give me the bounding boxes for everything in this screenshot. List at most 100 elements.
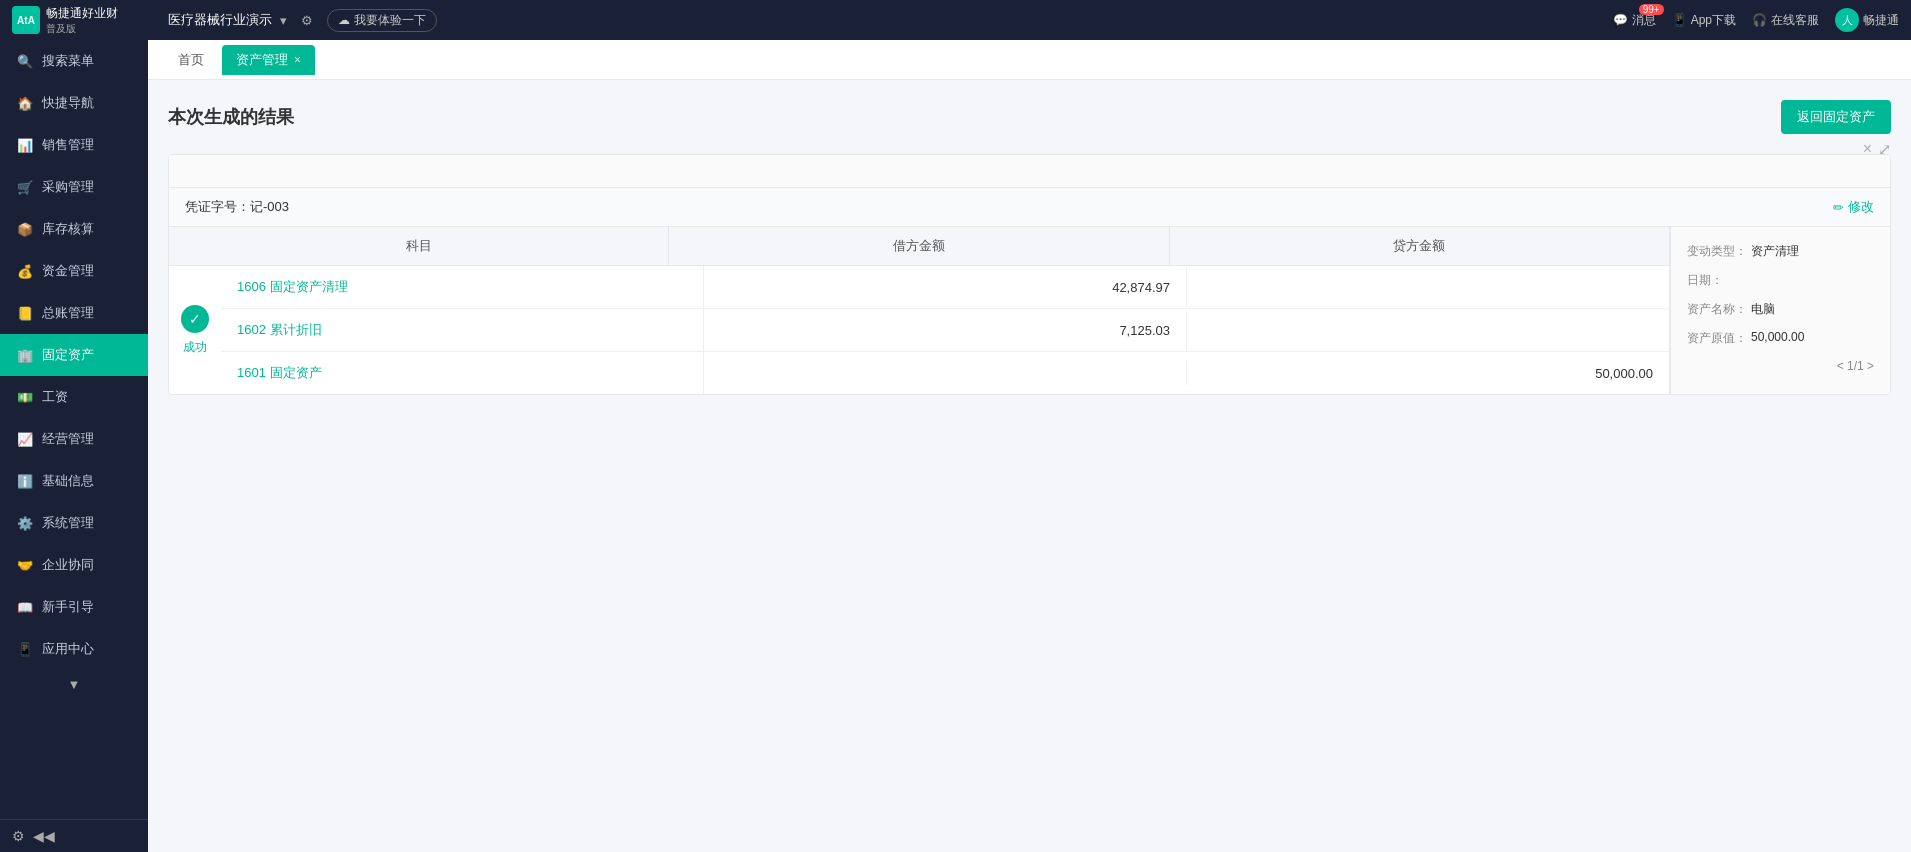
sidebar-scroll-down[interactable]: ▼ xyxy=(0,670,148,698)
row2-credit xyxy=(1187,318,1669,342)
online-service-action[interactable]: 🎧 在线客服 xyxy=(1752,12,1819,29)
sidebar-item-system[interactable]: ⚙️ 系统管理 xyxy=(0,502,148,544)
home-icon: 🏠 xyxy=(16,94,34,112)
basic-info-icon: ℹ️ xyxy=(16,472,34,490)
user-action[interactable]: 人 畅捷通 xyxy=(1835,8,1899,32)
sidebar-item-inventory[interactable]: 📦 库存核算 xyxy=(0,208,148,250)
edit-icon: ✏ xyxy=(1833,200,1844,215)
cloud-icon: ☁ xyxy=(338,13,350,27)
sidebar-item-search-menu[interactable]: 🔍 搜索菜单 xyxy=(0,40,148,82)
sidebar-item-purchase[interactable]: 🛒 采购管理 xyxy=(0,166,148,208)
enterprise-icon: 🤝 xyxy=(16,556,34,574)
logo-icon: AtA xyxy=(12,6,40,34)
top-header: AtA 畅捷通好业财 普及版 医疗器械行业演示 ▾ ⚙ ☁ 我要体验一下 💬 消… xyxy=(0,0,1911,40)
sidebar-label: 固定资产 xyxy=(42,346,94,364)
sidebar-item-enterprise[interactable]: 🤝 企业协同 xyxy=(0,544,148,586)
sidebar-label: 基础信息 xyxy=(42,472,94,490)
sidebar-label: 系统管理 xyxy=(42,514,94,532)
sidebar-item-basic-info[interactable]: ℹ️ 基础信息 xyxy=(0,460,148,502)
change-type-label: 变动类型： xyxy=(1687,243,1747,260)
success-circle-icon: ✓ xyxy=(181,305,209,333)
row1-credit xyxy=(1187,275,1669,299)
sidebar-label: 采购管理 xyxy=(42,178,94,196)
experience-label: 我要体验一下 xyxy=(354,12,426,29)
main-layout: 🔍 搜索菜单 🏠 快捷导航 📊 销售管理 🛒 采购管理 📦 库存核算 💰 资金管… xyxy=(0,40,1911,852)
sidebar-label: 新手引导 xyxy=(42,598,94,616)
collapse-icon[interactable]: ◀◀ xyxy=(33,828,55,844)
table-row: 1602 累计折旧 7,125.03 xyxy=(221,309,1669,352)
success-label: 成功 xyxy=(183,339,207,356)
sidebar-item-sales[interactable]: 📊 销售管理 xyxy=(0,124,148,166)
header-right: 💬 消息 99+ 📱 App下载 🎧 在线客服 人 畅捷通 xyxy=(1613,8,1899,32)
sidebar-label: 经营管理 xyxy=(42,430,94,448)
sidebar-label: 搜索菜单 xyxy=(42,52,94,70)
panel-expand-button[interactable]: ⤢ xyxy=(1878,140,1891,159)
success-indicator: ✓ 成功 xyxy=(169,266,221,394)
info-asset-name: 资产名称： 电脑 xyxy=(1687,301,1874,318)
date-label: 日期： xyxy=(1687,272,1723,289)
user-label: 畅捷通 xyxy=(1863,12,1899,29)
funds-icon: 💰 xyxy=(16,262,34,280)
content-area: 首页 资产管理 × 本次生成的结果 返回固定资产 凭证字号：记-003 ✏ 修改 xyxy=(148,40,1911,852)
search-icon: 🔍 xyxy=(16,52,34,70)
header-center: 医疗器械行业演示 ▾ ⚙ ☁ 我要体验一下 xyxy=(160,8,1613,32)
voucher-number: 凭证字号：记-003 xyxy=(185,198,289,216)
voucher-table: 科目 借方金额 贷方金额 ✓ 成功 xyxy=(169,227,1670,394)
experience-button[interactable]: ☁ 我要体验一下 xyxy=(327,9,437,32)
sidebar-item-app-center[interactable]: 📱 应用中心 xyxy=(0,628,148,670)
th-credit: 贷方金额 xyxy=(1170,227,1669,265)
voucher-body: 科目 借方金额 贷方金额 ✓ 成功 xyxy=(169,227,1890,394)
operations-icon: 📈 xyxy=(16,430,34,448)
fixed-assets-icon: 🏢 xyxy=(16,346,34,364)
row1-subject: 1606 固定资产清理 xyxy=(221,266,704,308)
tab-home[interactable]: 首页 xyxy=(164,45,218,75)
page-title-row: 本次生成的结果 返回固定资产 xyxy=(168,100,1891,134)
sidebar-item-operations[interactable]: 📈 经营管理 xyxy=(0,418,148,460)
app-download-action[interactable]: 📱 App下载 xyxy=(1672,12,1736,29)
message-action[interactable]: 💬 消息 99+ xyxy=(1613,12,1656,29)
sales-icon: 📊 xyxy=(16,136,34,154)
table-row: 1601 固定资产 50,000.00 xyxy=(221,352,1669,394)
sidebar-item-guide[interactable]: 📖 新手引导 xyxy=(0,586,148,628)
page-content: 本次生成的结果 返回固定资产 凭证字号：记-003 ✏ 修改 xyxy=(148,80,1911,852)
sidebar-item-quick-nav[interactable]: 🏠 快捷导航 xyxy=(0,82,148,124)
sidebar-item-fixed-assets[interactable]: 🏢 固定资产 xyxy=(0,334,148,376)
app-download-icon: 📱 xyxy=(1672,13,1687,27)
row2-subject: 1602 累计折旧 xyxy=(221,309,704,351)
table-header-row: 科目 借方金额 贷方金额 xyxy=(169,227,1669,266)
company-name: 医疗器械行业演示 xyxy=(168,11,272,29)
tab-asset-mgmt[interactable]: 资产管理 × xyxy=(222,45,315,75)
original-value-value: 50,000.00 xyxy=(1751,330,1804,347)
table-rows: 1606 固定资产清理 42,874.97 1602 累计折旧 7,125.03 xyxy=(221,266,1669,394)
return-button[interactable]: 返回固定资产 xyxy=(1781,100,1891,134)
logo-text-wrap: 畅捷通好业财 普及版 xyxy=(46,5,118,36)
info-original-value: 资产原值： 50,000.00 xyxy=(1687,330,1874,347)
info-date: 日期： xyxy=(1687,272,1874,289)
sidebar-label: 总账管理 xyxy=(42,304,94,322)
edit-button[interactable]: ✏ 修改 xyxy=(1833,198,1874,216)
guide-icon: 📖 xyxy=(16,598,34,616)
panel-controls: × ⤢ xyxy=(1863,140,1891,159)
sidebar: 🔍 搜索菜单 🏠 快捷导航 📊 销售管理 🛒 采购管理 📦 库存核算 💰 资金管… xyxy=(0,40,148,852)
sidebar-item-ledger[interactable]: 📒 总账管理 xyxy=(0,292,148,334)
panel-close-button[interactable]: × xyxy=(1863,140,1872,159)
asset-name-label: 资产名称： xyxy=(1687,301,1747,318)
change-type-value: 资产清理 xyxy=(1751,243,1799,260)
system-icon: ⚙️ xyxy=(16,514,34,532)
th-debit: 借方金额 xyxy=(669,227,1169,265)
info-change-type: 变动类型： 资产清理 xyxy=(1687,243,1874,260)
app-title: 畅捷通好业财 xyxy=(46,5,118,22)
gear-bottom-icon[interactable]: ⚙ xyxy=(12,828,25,844)
sidebar-item-payroll[interactable]: 💵 工资 xyxy=(0,376,148,418)
th-subject: 科目 xyxy=(169,227,669,265)
company-dropdown-icon[interactable]: ▾ xyxy=(280,13,287,28)
pagination[interactable]: < 1/1 > xyxy=(1687,359,1874,373)
row2-debit: 7,125.03 xyxy=(704,311,1187,350)
original-value-label: 资产原值： xyxy=(1687,330,1747,347)
sidebar-item-funds[interactable]: 💰 资金管理 xyxy=(0,250,148,292)
settings-icon[interactable]: ⚙ xyxy=(295,8,319,32)
row3-subject: 1601 固定资产 xyxy=(221,352,704,394)
result-panel: 凭证字号：记-003 ✏ 修改 科目 借方金额 贷方金额 xyxy=(168,154,1891,395)
tab-close-icon[interactable]: × xyxy=(294,53,301,67)
sidebar-label: 企业协同 xyxy=(42,556,94,574)
